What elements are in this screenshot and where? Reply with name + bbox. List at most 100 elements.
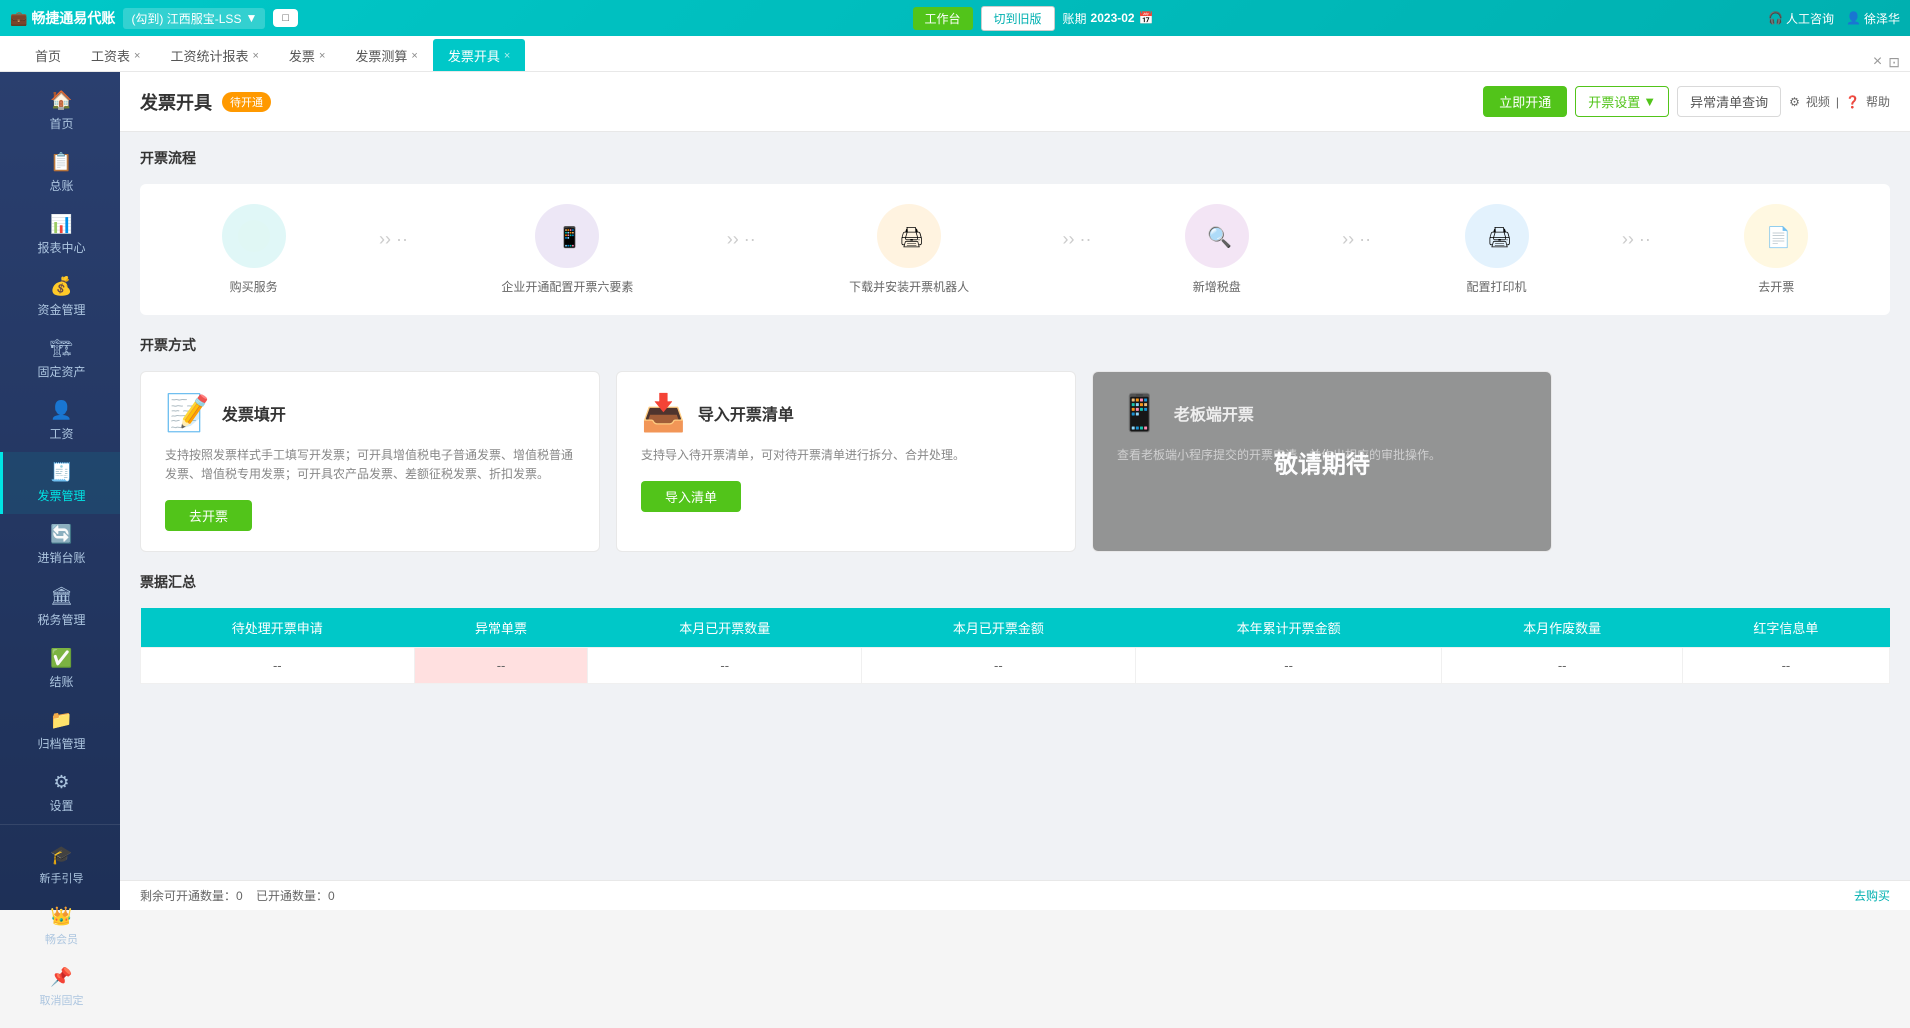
svg-text:🔍: 🔍 [1207, 224, 1232, 249]
sidebar-label-ledger: 总账 [49, 177, 73, 194]
tab-invoice-calc[interactable]: 发票测算 × [340, 39, 432, 71]
close-invoice-tab-icon[interactable]: × [319, 50, 325, 62]
sidebar-item-settlement[interactable]: ✅ 结账 [0, 638, 120, 700]
workspace-button[interactable]: 工作台 [913, 7, 973, 30]
sidebar-label-assets: 固定资产 [37, 363, 85, 380]
page-actions: 立即开通 开票设置 ▼ 异常清单查询 ⚙ 视频 | ❓ 帮助 [1483, 86, 1890, 117]
svg-text:📱: 📱 [557, 225, 582, 249]
process-section-title: 开票流程 [140, 148, 1890, 168]
main-content: 发票开具 待开通 立即开通 开票设置 ▼ 异常清单查询 ⚙ 视频 | ❓ 帮助 [120, 72, 1910, 910]
sidebar-pin-label: 取消固定 [40, 992, 84, 1008]
import-list-button[interactable]: 导入清单 [641, 481, 741, 512]
step-download-robot[interactable]: 🖨 下载并安装开票机器人 [849, 204, 969, 295]
invoice-mgmt-icon: 🧾 [50, 462, 72, 483]
tab-salary-label: 工资表 [91, 46, 130, 65]
sidebar-item-funds[interactable]: 💰 资金管理 [0, 266, 120, 328]
sidebar-item-member[interactable]: 👑 畅会员 [0, 896, 120, 957]
summary-row: -- -- -- -- -- -- -- [141, 648, 1890, 684]
help-label[interactable]: 帮助 [1866, 93, 1890, 110]
funds-icon: 💰 [50, 276, 72, 297]
step-config-enterprise-icon: 📱 [535, 204, 599, 268]
sidebar-item-report[interactable]: 📊 报表中心 [0, 204, 120, 266]
close-invoice-open-tab-icon[interactable]: × [504, 50, 510, 62]
copy-button[interactable]: □ [273, 9, 298, 27]
go-buy-link[interactable]: 去购买 [1854, 887, 1890, 904]
coming-soon-label: 敬请期待 [1274, 444, 1370, 479]
pin-icon: 📌 [50, 967, 72, 988]
step-config-enterprise[interactable]: 📱 企业开通配置开票六要素 [501, 204, 633, 295]
process-steps: 🛒 购买服务 ›› ·· 📱 企业开通配置开票六要素 ›› ·· [140, 184, 1890, 315]
customer-service-btn[interactable]: 🎧 人工咨询 [1768, 10, 1834, 27]
salary-icon: 👤 [50, 400, 72, 421]
company-selector[interactable]: (勾到) 江西服宝-LSS ▼ [123, 8, 265, 29]
go-open-button[interactable]: 去开票 [165, 500, 252, 531]
tab-invoice-open[interactable]: 发票开具 × [433, 39, 525, 71]
sidebar-item-tax[interactable]: 🏛 税务管理 [0, 576, 120, 638]
step-buy-service[interactable]: 🛒 购买服务 [222, 204, 286, 295]
step-config-printer[interactable]: 🖨 配置打印机 [1465, 204, 1529, 295]
page-right-tools: ⚙ 视频 | ❓ 帮助 [1789, 93, 1890, 110]
tab-salary-report[interactable]: 工资统计报表 × [155, 39, 273, 71]
open-now-button[interactable]: 立即开通 [1483, 86, 1567, 117]
assets-icon: 🏗 [50, 338, 73, 359]
step-add-taxbox-label: 新增税盘 [1193, 278, 1241, 295]
tab-salary-report-label: 工资统计报表 [170, 46, 248, 65]
step-buy-service-icon: 🛒 [222, 204, 286, 268]
close-window-icon[interactable]: × [1873, 53, 1882, 71]
maximize-window-icon[interactable]: ⊡ [1888, 54, 1900, 71]
sidebar-item-purchase-sale[interactable]: 🔄 进销台账 [0, 514, 120, 576]
step-open-invoice[interactable]: 📄 去开票 [1744, 204, 1808, 295]
step-download-robot-icon: 🖨 [877, 204, 941, 268]
sidebar-item-guide[interactable]: 🎓 新手引导 [0, 835, 120, 896]
ledger-icon: 📋 [50, 152, 72, 173]
method-card-manual-fill: 📝 发票填开 支持按照发票样式手工填写开发票；可开具增值税电子普通发票、增值税普… [140, 371, 600, 552]
settlement-icon: ✅ [50, 648, 72, 669]
close-salary-tab-icon[interactable]: × [134, 50, 140, 62]
sidebar-label-report: 报表中心 [37, 239, 85, 256]
sidebar-label-invoice-mgmt: 发票管理 [37, 487, 85, 504]
summary-section-title: 票据汇总 [140, 572, 1890, 592]
video-label[interactable]: 视频 [1806, 93, 1830, 110]
svg-text:📄: 📄 [1766, 225, 1791, 249]
manual-fill-icon: 📝 [165, 392, 210, 434]
methods-section-title: 开票方式 [140, 335, 1890, 355]
sidebar-item-assets[interactable]: 🏗 固定资产 [0, 328, 120, 390]
sidebar-item-invoice-mgmt[interactable]: 🧾 发票管理 [0, 452, 120, 514]
arrow-5: ›› ·· [1622, 229, 1651, 270]
col-monthly-count: 本月已开票数量 [588, 608, 862, 648]
sidebar-label-tax: 税务管理 [37, 611, 85, 628]
nav-tabs: 首页 工资表 × 工资统计报表 × 发票 × 发票测算 × 发票开具 × × ⊡ [0, 36, 1910, 72]
tab-home[interactable]: 首页 [20, 39, 76, 71]
sidebar-item-settings[interactable]: ⚙ 设置 [0, 762, 120, 824]
step-add-taxbox[interactable]: 🔍 新增税盘 [1185, 204, 1249, 295]
sidebar-item-home[interactable]: 🏠 首页 [0, 80, 120, 142]
sidebar-pin-btn[interactable]: 📌 取消固定 [0, 957, 120, 1018]
sidebar-item-archive[interactable]: 📁 归档管理 [0, 700, 120, 762]
tab-invoice-label: 发票 [289, 46, 315, 65]
methods-row: 📝 发票填开 支持按照发票样式手工填写开发票；可开具增值税电子普通发票、增值税普… [140, 371, 1890, 552]
sidebar: 🏠 首页 📋 总账 📊 报表中心 💰 资金管理 🏗 固定资产 👤 工资 🧾 发票… [0, 72, 120, 910]
sidebar-label-settings: 设置 [49, 797, 73, 814]
tab-invoice[interactable]: 发票 × [274, 39, 340, 71]
close-invoice-calc-tab-icon[interactable]: × [411, 50, 417, 62]
close-salary-report-tab-icon[interactable]: × [252, 50, 258, 62]
help-icon: ❓ [1845, 95, 1860, 109]
settings-gear-icon: ⚙ [1789, 95, 1800, 109]
col-yearly-amount: 本年累计开票金额 [1135, 608, 1442, 648]
purchase-sale-icon: 🔄 [50, 524, 72, 545]
top-bar-center: 工作台 切到旧版 账期 2023-02 📅 [913, 6, 1154, 31]
tab-salary[interactable]: 工资表 × [76, 39, 155, 71]
user-profile-btn[interactable]: 👤 徐泽华 [1846, 10, 1900, 27]
abnormal-query-button[interactable]: 异常清单查询 [1677, 86, 1781, 117]
sidebar-item-salary[interactable]: 👤 工资 [0, 390, 120, 452]
old-version-button[interactable]: 切到旧版 [981, 6, 1055, 31]
method-card-boss-open: 📱 老板端开票 查看老板端小程序提交的开票申请，并作出相应的审批操作。 敬请期待 [1092, 371, 1552, 552]
open-settings-button[interactable]: 开票设置 ▼ [1575, 86, 1669, 117]
period-selector[interactable]: 账期 2023-02 📅 [1063, 10, 1154, 27]
methods-section: 开票方式 📝 发票填开 支持按照发票样式手工填写开发票；可开具增值税电子普通发票… [140, 335, 1890, 552]
step-config-enterprise-label: 企业开通配置开票六要素 [501, 278, 633, 295]
svg-text:🖨: 🖨 [899, 227, 924, 249]
report-icon: 📊 [50, 214, 72, 235]
tab-home-label: 首页 [35, 46, 61, 65]
sidebar-item-ledger[interactable]: 📋 总账 [0, 142, 120, 204]
